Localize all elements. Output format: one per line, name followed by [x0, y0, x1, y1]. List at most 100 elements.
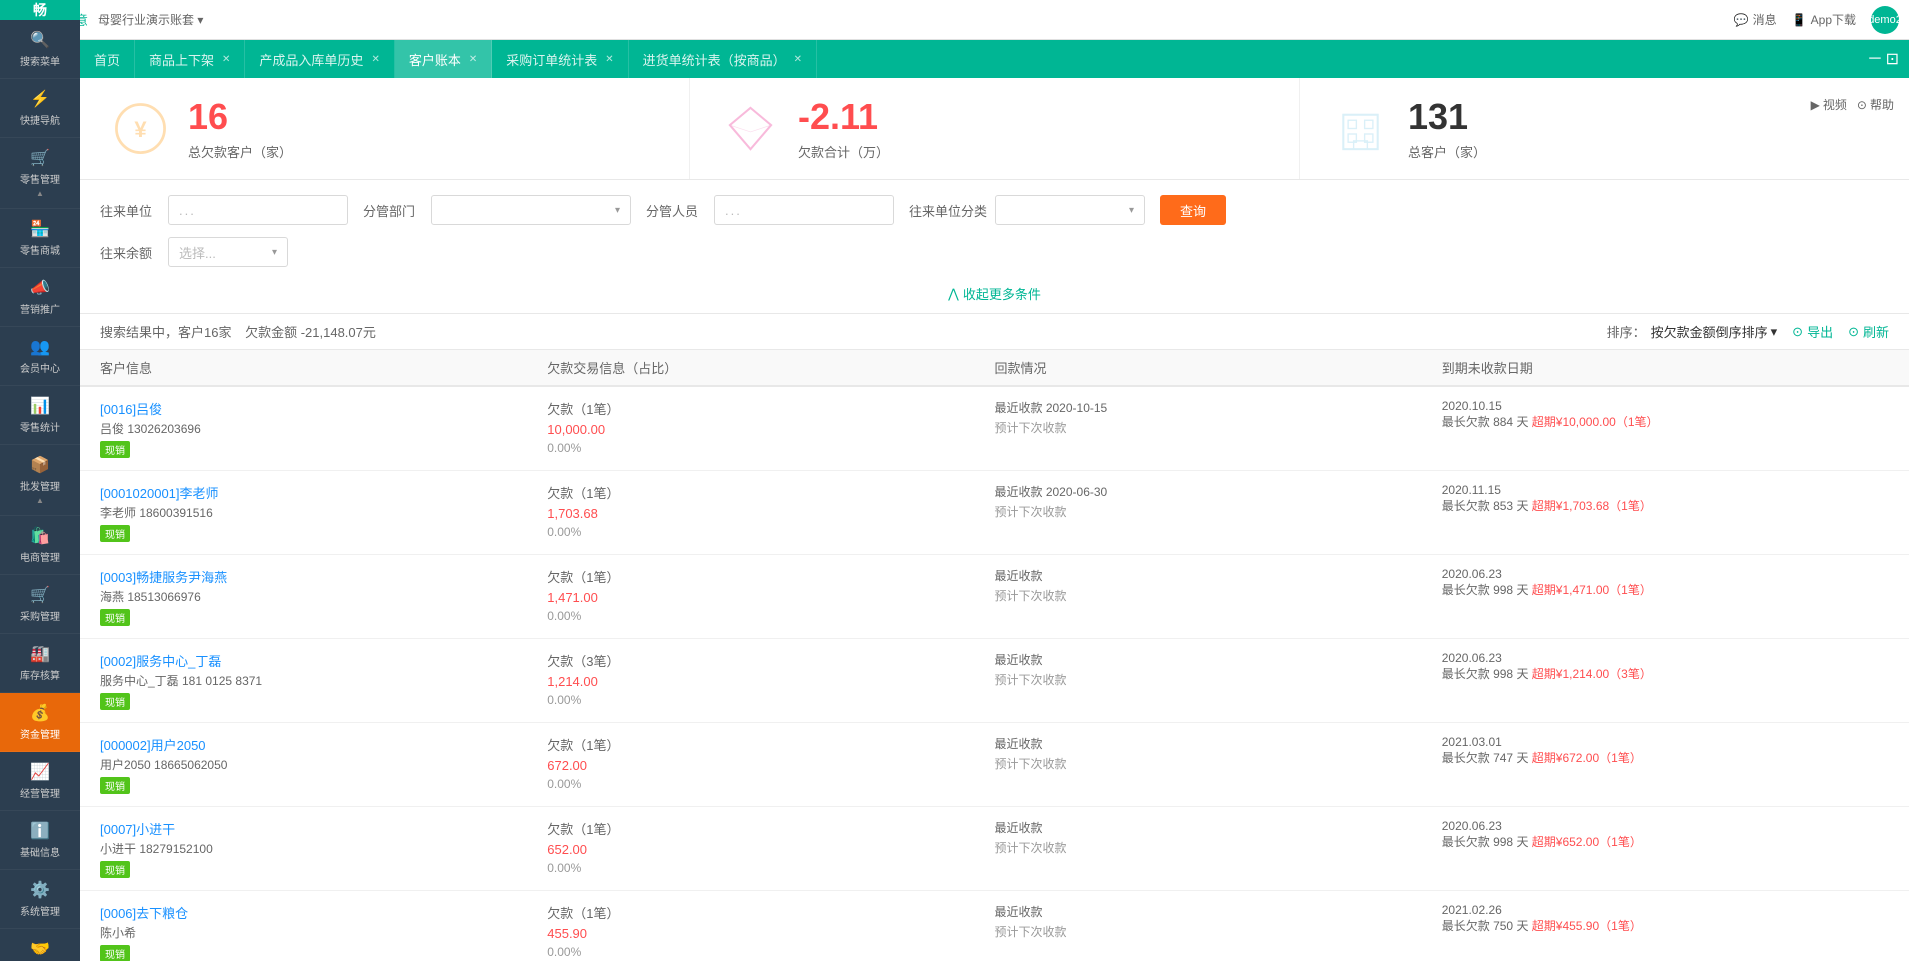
- nav-tab-close-1[interactable]: ✕: [222, 54, 230, 65]
- overdue-tag-2[interactable]: 超期¥1,471.00（1笔）: [1532, 583, 1652, 597]
- filter-input-partner[interactable]: ...: [168, 195, 348, 225]
- overdue-tag-6[interactable]: 超期¥455.90（1笔）: [1532, 919, 1642, 933]
- customer-name-2[interactable]: [0003]畅捷服务尹海燕: [100, 570, 227, 585]
- nav-tab-4[interactable]: 采购订单统计表 ✕: [492, 40, 628, 78]
- filter-row-2: 往来余额 选择... ▾: [100, 237, 1889, 267]
- table-row: [0002]服务中心_丁磊 服务中心_丁磊 181 0125 8371 现销 欠…: [80, 639, 1909, 723]
- customer-name-4[interactable]: [000002]用户2050: [100, 738, 206, 753]
- result-debt-total: 欠款金额 -21,148.07元: [245, 325, 376, 340]
- sidebar-item-基础信息[interactable]: ℹ️ 基础信息: [0, 811, 80, 870]
- customer-name-1[interactable]: [0001020001]李老师: [100, 486, 219, 501]
- debt-count-0: 欠款（1笔）: [547, 399, 994, 418]
- nav-tab-1[interactable]: 商品上下架 ✕: [135, 40, 245, 78]
- video-btn[interactable]: ▶ 视频: [1811, 96, 1847, 113]
- help-btn[interactable]: ⊙ 帮助: [1857, 96, 1894, 113]
- filter-select-dept[interactable]: ▾: [431, 195, 631, 225]
- stat-label-debt-customers: 总欠款客户（家）: [188, 142, 292, 161]
- nav-tab-close-4[interactable]: ✕: [605, 54, 613, 65]
- collection-date-2: 最近收款: [995, 567, 1442, 584]
- debt-amount-6: 455.90: [547, 926, 994, 941]
- sidebar-item-零售商城[interactable]: 🏪 零售商城: [0, 209, 80, 268]
- sidebar-item-快捷导航[interactable]: ⚡ 快捷导航: [0, 79, 80, 138]
- sidebar-item-零售管理[interactable]: 🛒 零售管理 ▲: [0, 138, 80, 209]
- sidebar-label-2: 零售管理: [20, 171, 60, 186]
- nav-tab-label-3: 客户账本: [409, 50, 461, 69]
- nav-tab-label-4: 采购订单统计表: [506, 50, 597, 69]
- filter-input-person[interactable]: ...: [714, 195, 894, 225]
- overdue-date-3: 2020.06.23: [1442, 651, 1889, 665]
- cell-overdue-4: 2021.03.01 最长欠款 747 天 超期¥672.00（1笔）: [1442, 735, 1889, 766]
- sidebar-item-资金管理[interactable]: 💰 资金管理: [0, 693, 80, 752]
- filter-select-balance[interactable]: 选择... ▾: [168, 237, 288, 267]
- export-btn[interactable]: ⊙ 导出: [1792, 322, 1833, 341]
- store-arrow[interactable]: ▾: [197, 13, 203, 27]
- customer-name-3[interactable]: [0002]服务中心_丁磊: [100, 654, 221, 669]
- main-content: ¥ 16 总欠款客户（家） -2.11 欠款合计（万）: [80, 78, 1909, 961]
- overdue-tag-1[interactable]: 超期¥1,703.68（1笔）: [1532, 499, 1652, 513]
- sidebar: 畅 🔍 搜索菜单 ⚡ 快捷导航 🛒 零售管理 ▲🏪 零售商城 📣 营销推广 👥 …: [0, 0, 80, 961]
- sidebar-item-采购管理[interactable]: 🛒 采购管理: [0, 575, 80, 634]
- overdue-tag-5[interactable]: 超期¥652.00（1笔）: [1532, 835, 1642, 849]
- nav-tab-3[interactable]: 客户账本 ✕: [395, 40, 492, 78]
- overdue-tag-4[interactable]: 超期¥672.00（1笔）: [1532, 751, 1642, 765]
- stat-num-debt-customers: 16: [188, 96, 292, 138]
- nav-tab-5[interactable]: 进货单统计表（按商品） ✕: [629, 40, 817, 78]
- overdue-days-5: 最长欠款 998 天 超期¥652.00（1笔）: [1442, 833, 1889, 850]
- sidebar-logo[interactable]: 畅: [0, 0, 80, 20]
- customer-name-6[interactable]: [0006]去下粮仓: [100, 906, 188, 921]
- refresh-btn[interactable]: ⊙ 刷新: [1848, 322, 1889, 341]
- avatar[interactable]: demo2: [1871, 6, 1899, 34]
- app-download-action[interactable]: 📱 App下载: [1792, 11, 1856, 28]
- debt-amount-1: 1,703.68: [547, 506, 994, 521]
- overdue-tag-3[interactable]: 超期¥1,214.00（3笔）: [1532, 667, 1652, 681]
- collection-plan-2: 预计下次收款: [995, 587, 1442, 604]
- customer-tag-2: 现销: [100, 609, 130, 626]
- filter-select-category[interactable]: ▾: [995, 195, 1145, 225]
- customer-name-0[interactable]: [0016]吕俊: [100, 402, 162, 417]
- filter-dots-person: ...: [725, 203, 742, 218]
- search-button[interactable]: 查询: [1160, 195, 1226, 225]
- sidebar-icon-5: 👥: [30, 337, 50, 357]
- overdue-days-1: 最长欠款 853 天 超期¥1,703.68（1笔）: [1442, 497, 1889, 514]
- filter-item-balance: 往来余额 选择... ▾: [100, 237, 288, 267]
- nav-tab-close-3[interactable]: ✕: [469, 54, 477, 65]
- col-header-collection: 回款情况: [995, 358, 1442, 377]
- customer-tag-6: 现销: [100, 945, 130, 961]
- data-table: 客户信息 欠款交易信息（占比） 回款情况 到期未收款日期 [0016]吕俊 吕俊…: [80, 350, 1909, 961]
- customer-tag-5: 现销: [100, 861, 130, 878]
- refresh-icon: ⊙: [1848, 324, 1859, 340]
- sidebar-item-搜索菜单[interactable]: 🔍 搜索菜单: [0, 20, 80, 79]
- sidebar-item-会员中心[interactable]: 👥 会员中心: [0, 327, 80, 386]
- sidebar-item-企业协同[interactable]: 🤝 企业协同: [0, 929, 80, 961]
- table-rows-container: [0016]吕俊 吕俊 13026203696 现销 欠款（1笔） 10,000…: [80, 387, 1909, 961]
- sort-select: 排序： 按欠款金额倒序排序 ▾: [1607, 322, 1778, 341]
- sidebar-icon-9: 🛒: [30, 585, 50, 605]
- customer-name-5[interactable]: [0007]小进干: [100, 822, 175, 837]
- sidebar-item-库存核算[interactable]: 🏭 库存核算: [0, 634, 80, 693]
- collapse-icon: ⋀: [948, 286, 959, 302]
- nav-expand-icon[interactable]: ⊡: [1886, 49, 1899, 69]
- nav-tabs-end: ─ ⊡: [1869, 49, 1909, 69]
- nav-collapse-icon[interactable]: ─: [1869, 50, 1880, 68]
- nav-tab-close-2[interactable]: ✕: [371, 54, 379, 65]
- store-name-text: 母婴行业演示账套: [98, 13, 194, 27]
- sidebar-item-电商管理[interactable]: 🛍️ 电商管理: [0, 516, 80, 575]
- sort-value[interactable]: 按欠款金额倒序排序 ▾: [1651, 322, 1778, 341]
- sidebar-item-零售统计[interactable]: 📊 零售统计: [0, 386, 80, 445]
- message-action[interactable]: 💬 消息: [1734, 11, 1777, 28]
- nav-tab-2[interactable]: 产成品入库单历史 ✕: [245, 40, 394, 78]
- video-icon: ▶: [1811, 98, 1820, 112]
- overdue-tag-0[interactable]: 超期¥10,000.00（1笔）: [1532, 415, 1659, 429]
- nav-tab-0[interactable]: 首页: [80, 40, 135, 78]
- sidebar-icon-2: 🛒: [30, 148, 50, 168]
- debt-ratio-3: 0.00%: [547, 693, 994, 707]
- nav-tabs-bar: 首页 商品上下架 ✕产成品入库单历史 ✕客户账本 ✕采购订单统计表 ✕进货单统计…: [80, 40, 1909, 78]
- nav-tab-close-5[interactable]: ✕: [794, 54, 802, 65]
- sidebar-item-批发管理[interactable]: 📦 批发管理 ▲: [0, 445, 80, 516]
- sidebar-item-系统管理[interactable]: ⚙️ 系统管理: [0, 870, 80, 929]
- sidebar-item-经营管理[interactable]: 📈 经营管理: [0, 752, 80, 811]
- collapse-btn[interactable]: ⋀ 收起更多条件: [100, 279, 1889, 308]
- stat-num-debt-total: -2.11: [798, 96, 889, 138]
- cell-debt-0: 欠款（1笔） 10,000.00 0.00%: [547, 399, 994, 455]
- sidebar-item-营销推广[interactable]: 📣 营销推广: [0, 268, 80, 327]
